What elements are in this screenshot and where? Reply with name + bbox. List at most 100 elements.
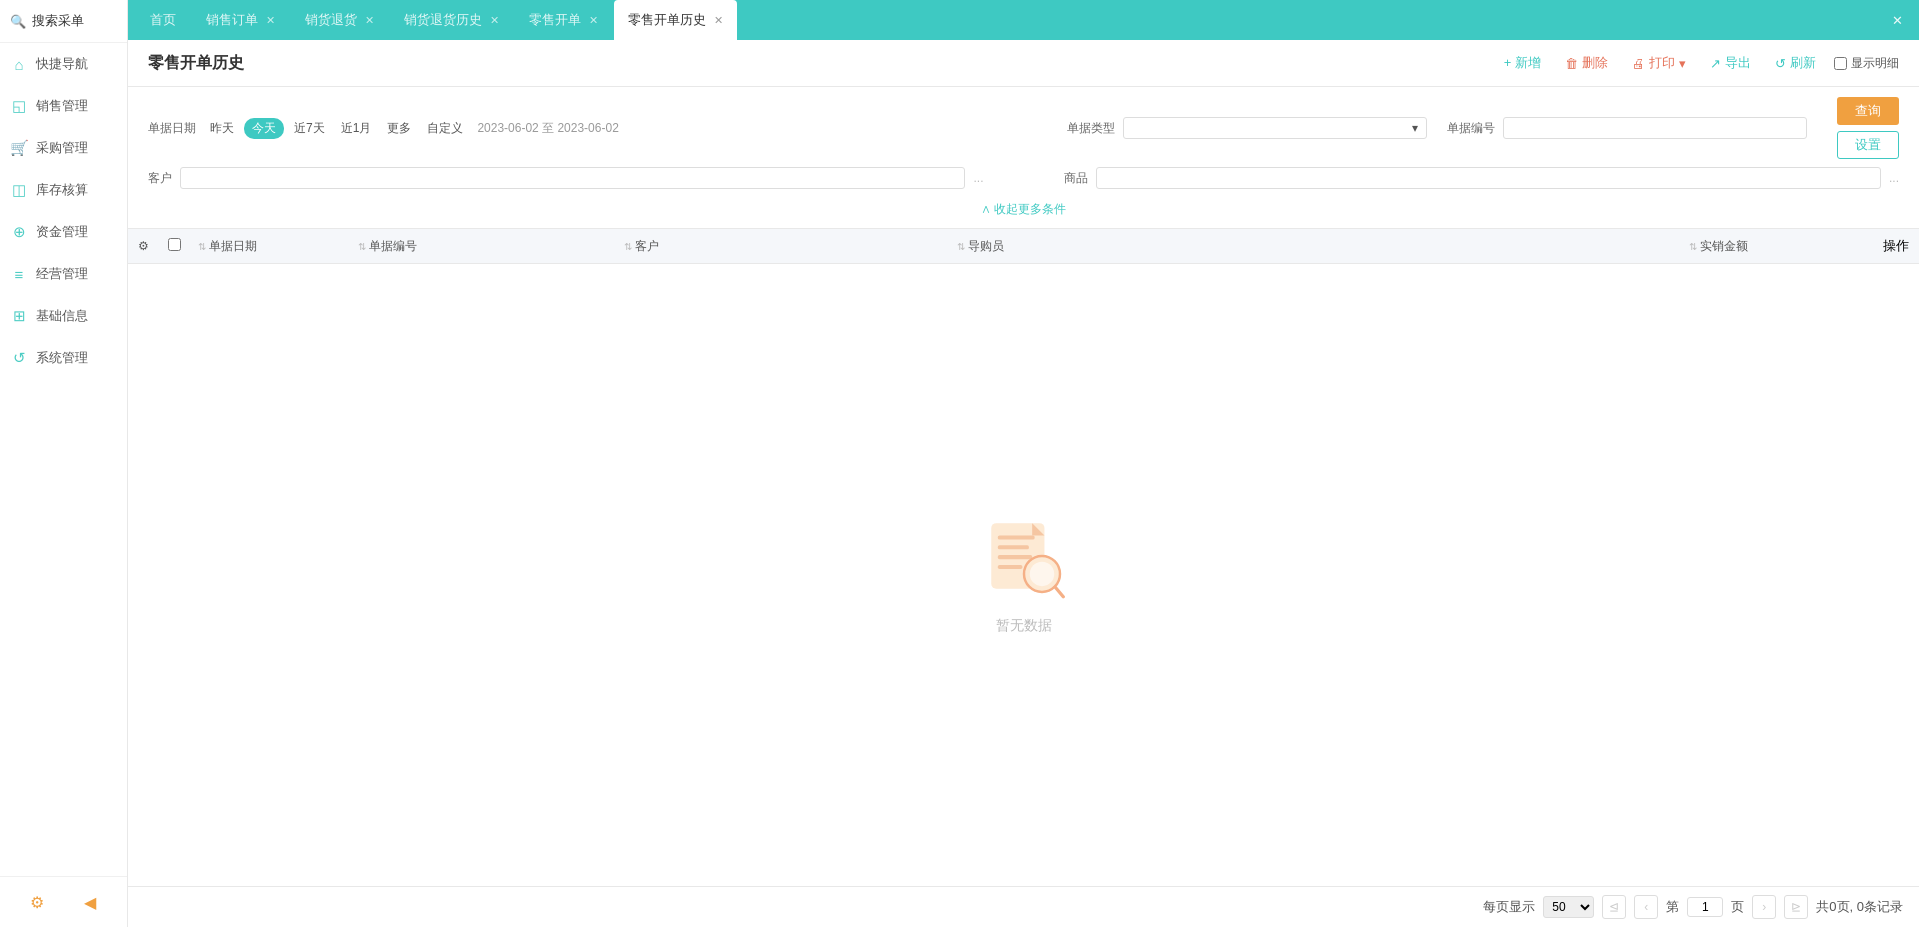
sidebar-search[interactable]: 🔍 搜索采单 <box>0 0 127 43</box>
date-btn-more[interactable]: 更多 <box>381 118 417 139</box>
tab-sales-order[interactable]: 销售订单 ✕ <box>192 0 289 40</box>
col-number-label: 单据编号 <box>369 238 417 255</box>
sidebar-item-label: 资金管理 <box>36 223 88 241</box>
col-checkbox <box>168 238 198 254</box>
empty-illustration <box>974 515 1074 605</box>
date-btn-yesterday[interactable]: 昨天 <box>204 118 240 139</box>
refresh-button[interactable]: ↺ 刷新 <box>1769 50 1822 76</box>
date-btn-7days[interactable]: 近7天 <box>288 118 331 139</box>
print-arrow-icon: ▾ <box>1679 56 1686 71</box>
sort-amount-btn[interactable]: ⇅ 实销金额 <box>1689 238 1849 255</box>
date-btn-today[interactable]: 今天 <box>244 118 284 139</box>
tab-sales-return-history-close[interactable]: ✕ <box>490 14 499 27</box>
col-action: 操作 <box>1849 237 1909 255</box>
sidebar-item-inventory[interactable]: ◫ 库存核算 <box>0 169 127 211</box>
date-btn-1month[interactable]: 近1月 <box>335 118 378 139</box>
col-customer-label: 客户 <box>635 238 659 255</box>
filter-goods-label: 商品 <box>1064 170 1088 187</box>
sidebar-bottom: ⚙ ◀ <box>0 876 127 927</box>
sidebar-item-finance[interactable]: ⊕ 资金管理 <box>0 211 127 253</box>
tab-sales-order-close[interactable]: ✕ <box>266 14 275 27</box>
select-all-checkbox[interactable] <box>168 238 181 251</box>
first-page-btn[interactable]: ⊴ <box>1602 895 1626 919</box>
filter-customer-dots[interactable]: ... <box>973 171 983 185</box>
add-button[interactable]: + 新增 <box>1498 50 1547 76</box>
prev-page-btn[interactable]: ‹ <box>1634 895 1658 919</box>
print-button[interactable]: 🖨 打印 ▾ <box>1626 50 1692 76</box>
sidebar-item-quick-nav[interactable]: ⌂ 快捷导航 <box>0 43 127 85</box>
filter-date-btns: 昨天 今天 近7天 近1月 更多 自定义 <box>204 118 469 139</box>
filter-customer-input[interactable] <box>180 167 965 189</box>
sidebar-item-basic[interactable]: ⊞ 基础信息 <box>0 295 127 337</box>
display-toggle[interactable]: 显示明细 <box>1834 55 1899 72</box>
topbar-close-btn[interactable]: ✕ <box>1892 13 1903 28</box>
collapse-label: ∧ 收起更多条件 <box>981 201 1066 218</box>
filter-number-label: 单据编号 <box>1447 120 1495 137</box>
sidebar-item-sales[interactable]: ◱ 销售管理 <box>0 85 127 127</box>
filter-number-input[interactable] <box>1503 117 1807 139</box>
page-number-input[interactable] <box>1687 897 1723 917</box>
sort-guide-btn[interactable]: ⇅ 导购员 <box>957 238 1157 255</box>
topbar-right: ✕ <box>1892 13 1911 28</box>
page-label: 第 <box>1666 898 1679 916</box>
svg-point-6 <box>1029 562 1054 587</box>
search-icon: 🔍 <box>10 14 26 29</box>
tab-sales-return-history[interactable]: 销货退货历史 ✕ <box>390 0 513 40</box>
tab-retail-history-close[interactable]: ✕ <box>714 14 723 27</box>
export-label: 导出 <box>1725 54 1751 72</box>
query-button[interactable]: 查询 <box>1837 97 1899 125</box>
column-settings-btn[interactable]: ⚙ <box>138 239 168 253</box>
date-btn-custom[interactable]: 自定义 <box>421 118 469 139</box>
filter-goods: 商品 ... <box>1064 167 1900 189</box>
collapse-btn[interactable]: ∧ 收起更多条件 <box>148 197 1899 218</box>
sort-date-btn[interactable]: ⇅ 单据日期 <box>198 238 358 255</box>
topbar: 首页 销售订单 ✕ 销货退货 ✕ 销货退货历史 ✕ 零售开单 ✕ 零售开单历史 … <box>128 0 1919 40</box>
tab-retail-open-close[interactable]: ✕ <box>589 14 598 27</box>
tab-sales-order-label: 销售订单 <box>206 11 258 29</box>
tab-retail-open[interactable]: 零售开单 ✕ <box>515 0 612 40</box>
print-label: 打印 <box>1649 54 1675 72</box>
export-icon: ↗ <box>1710 56 1721 71</box>
per-page-select[interactable]: 50 100 200 <box>1543 896 1594 918</box>
filter-settings-button[interactable]: 设置 <box>1837 131 1899 159</box>
sidebar-item-purchase[interactable]: 🛒 采购管理 <box>0 127 127 169</box>
sidebar-item-label: 经营管理 <box>36 265 88 283</box>
sidebar-settings-icon[interactable]: ⚙ <box>22 887 52 917</box>
tab-sales-return-close[interactable]: ✕ <box>365 14 374 27</box>
svg-rect-3 <box>997 555 1031 559</box>
sort-customer-btn[interactable]: ⇅ 客户 <box>624 238 957 255</box>
display-toggle-checkbox[interactable] <box>1834 57 1847 70</box>
last-page-btn[interactable]: ⊵ <box>1784 895 1808 919</box>
refresh-icon: ↺ <box>1775 56 1786 71</box>
sidebar-collapse-icon[interactable]: ◀ <box>75 887 105 917</box>
filter-goods-input[interactable] <box>1096 167 1881 189</box>
purchase-icon: 🛒 <box>10 139 28 157</box>
svg-rect-1 <box>997 535 1034 539</box>
col-customer: ⇅ 客户 <box>624 238 957 255</box>
sort-number-btn[interactable]: ⇅ 单据编号 <box>358 238 624 255</box>
empty-text: 暂无数据 <box>996 617 1052 635</box>
tab-sales-return[interactable]: 销货退货 ✕ <box>291 0 388 40</box>
sort-icon: ⇅ <box>198 241 206 252</box>
filter-type-select[interactable]: ▾ <box>1123 117 1427 139</box>
col-number: ⇅ 单据编号 <box>358 238 624 255</box>
filter-goods-dots[interactable]: ... <box>1889 171 1899 185</box>
table-area: ⚙ ⇅ 单据日期 ⇅ 单据编号 <box>128 229 1919 927</box>
delete-button[interactable]: 🗑 删除 <box>1559 50 1614 76</box>
sidebar-item-operation[interactable]: ≡ 经营管理 <box>0 253 127 295</box>
next-page-btn[interactable]: › <box>1752 895 1776 919</box>
page-title: 零售开单历史 <box>148 53 244 74</box>
col-amount-label: 实销金额 <box>1700 238 1748 255</box>
col-amount: ⇅ 实销金额 <box>1689 238 1849 255</box>
main: 首页 销售订单 ✕ 销货退货 ✕ 销货退货历史 ✕ 零售开单 ✕ 零售开单历史 … <box>128 0 1919 927</box>
pagination: 每页显示 50 100 200 ⊴ ‹ 第 页 › ⊵ 共0页, 0条记录 <box>128 886 1919 927</box>
tab-retail-history[interactable]: 零售开单历史 ✕ <box>614 0 737 40</box>
filter-customer: 客户 ... <box>148 167 984 189</box>
sidebar-item-system[interactable]: ↺ 系统管理 <box>0 337 127 379</box>
filter-type: 单据类型 ▾ <box>1067 117 1427 139</box>
tab-home[interactable]: 首页 <box>136 0 190 40</box>
filter-type-label: 单据类型 <box>1067 120 1115 137</box>
sidebar-item-label: 基础信息 <box>36 307 88 325</box>
col-guide: ⇅ 导购员 <box>957 238 1157 255</box>
export-button[interactable]: ↗ 导出 <box>1704 50 1757 76</box>
